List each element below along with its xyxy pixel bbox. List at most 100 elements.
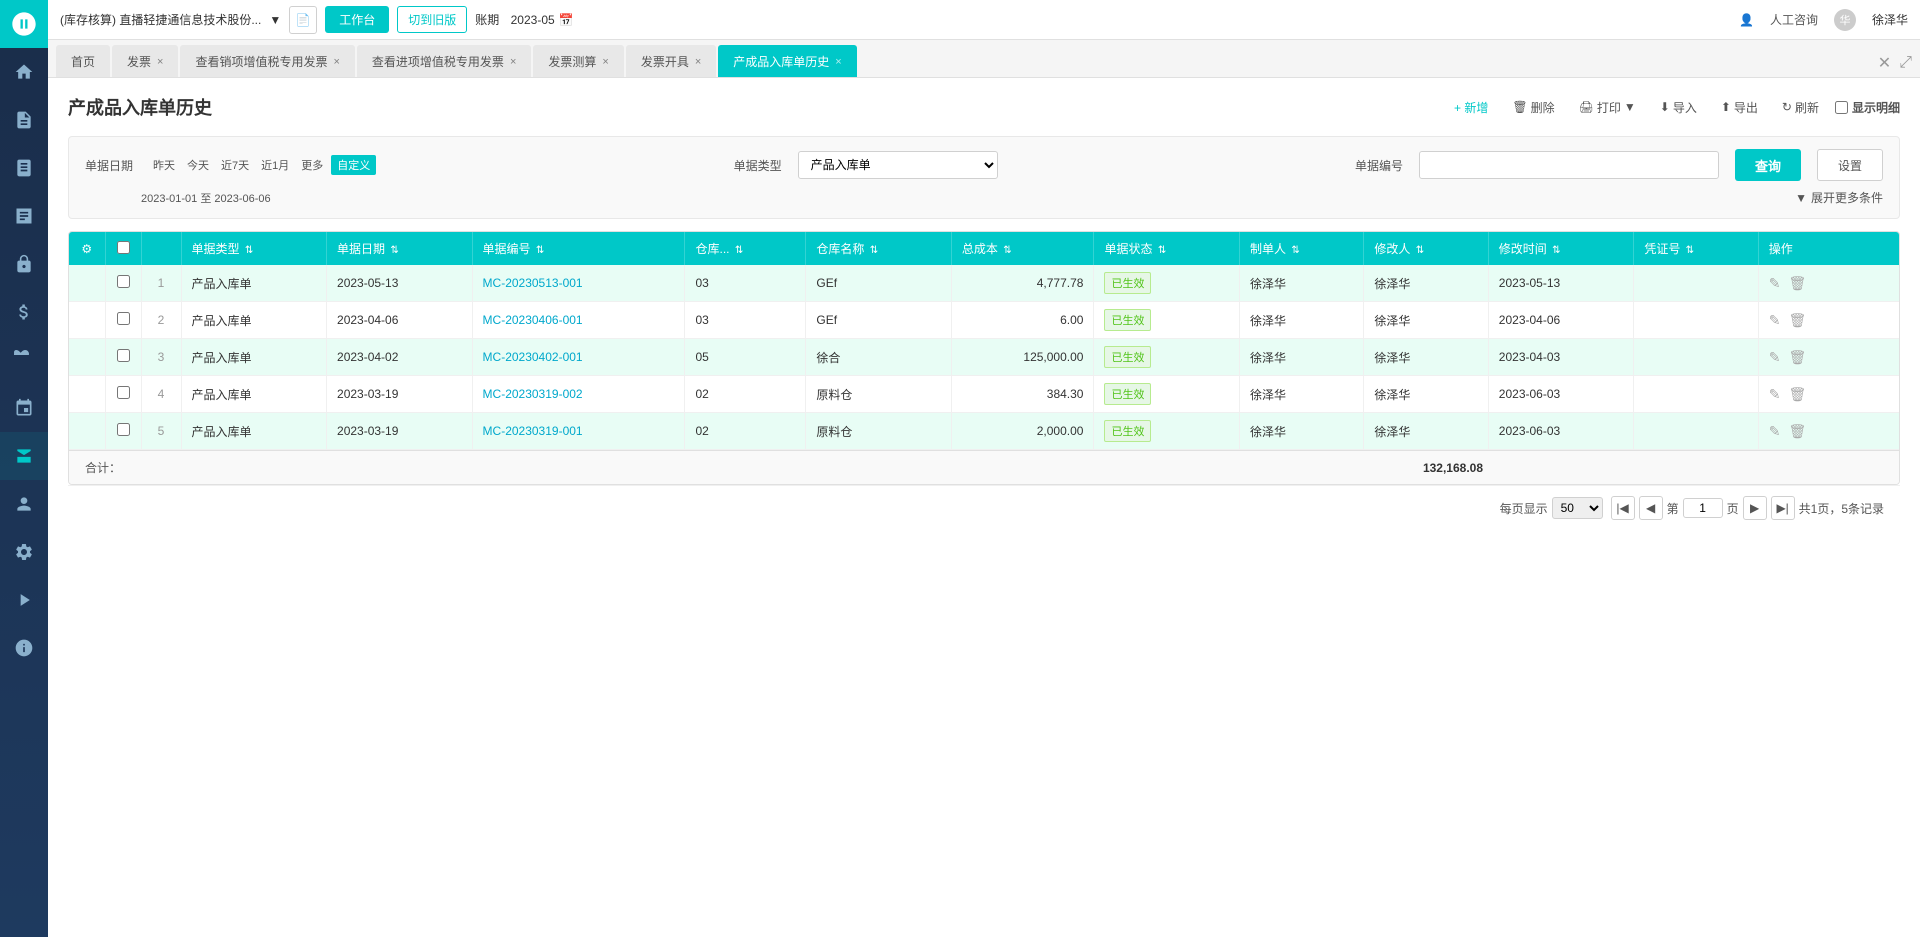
date-7days-btn[interactable]: 近7天: [217, 155, 253, 175]
per-page-select[interactable]: 50 20 100: [1552, 497, 1603, 519]
delete-action-1[interactable]: 🗑: [1788, 312, 1806, 329]
tab-product-history[interactable]: 产成品入库单历史 ×: [718, 45, 856, 77]
th-modify-time[interactable]: 修改时间 ⇅: [1488, 232, 1634, 265]
delete-action-2[interactable]: 🗑: [1788, 349, 1806, 366]
query-button[interactable]: 查询: [1735, 149, 1801, 181]
setting-button[interactable]: 设置: [1817, 149, 1883, 181]
th-warehouse-name[interactable]: 仓库名称 ⇅: [806, 232, 952, 265]
refresh-button[interactable]: ↻ 刷新: [1774, 95, 1827, 120]
row-checkbox-1[interactable]: [117, 312, 130, 325]
first-page-button[interactable]: |◀: [1611, 496, 1635, 520]
code-link-0[interactable]: MC-20230513-001: [483, 276, 583, 290]
td-code-2[interactable]: MC-20230402-001: [472, 339, 685, 376]
row-checkbox-4[interactable]: [117, 423, 130, 436]
company-chevron-icon[interactable]: ▼: [269, 13, 281, 27]
td-check-4[interactable]: [105, 413, 141, 450]
tab-invoice-close[interactable]: ×: [157, 56, 163, 68]
import-button[interactable]: ⬇ 导入: [1652, 95, 1705, 120]
sidebar-item-tax[interactable]: [0, 288, 48, 336]
tab-invoice-open-close[interactable]: ×: [695, 56, 701, 68]
date-yesterday-btn[interactable]: 昨天: [149, 155, 179, 175]
user-name[interactable]: 徐泽华: [1872, 11, 1908, 28]
new-button[interactable]: + 新增: [1446, 95, 1496, 120]
delete-button[interactable]: 🗑 删除: [1504, 95, 1562, 120]
sidebar-item-inventory[interactable]: [0, 432, 48, 480]
td-check-3[interactable]: [105, 376, 141, 413]
td-code-3[interactable]: MC-20230319-002: [472, 376, 685, 413]
export-button[interactable]: ⬆ 导出: [1713, 95, 1766, 120]
tab-invoice-calc-close[interactable]: ×: [602, 56, 608, 68]
sidebar-item-person[interactable]: [0, 480, 48, 528]
expand-conditions-btn[interactable]: ▼ 展开更多条件: [1795, 189, 1883, 206]
edit-action-2[interactable]: ✎: [1769, 349, 1781, 366]
th-date[interactable]: 单据日期 ⇅: [327, 232, 473, 265]
code-link-1[interactable]: MC-20230406-001: [483, 313, 583, 327]
code-link-2[interactable]: MC-20230402-001: [483, 350, 583, 364]
page-number-input[interactable]: [1683, 498, 1723, 518]
sidebar-item-flow[interactable]: [0, 384, 48, 432]
support-label[interactable]: 人工咨询: [1770, 11, 1818, 28]
sidebar-item-chart[interactable]: [0, 192, 48, 240]
sidebar-item-asset[interactable]: [0, 336, 48, 384]
tab-sales-vat-close[interactable]: ×: [333, 56, 339, 68]
date-custom-btn[interactable]: 自定义: [331, 155, 376, 175]
th-status[interactable]: 单据状态 ⇅: [1094, 232, 1240, 265]
row-checkbox-3[interactable]: [117, 386, 130, 399]
edit-action-3[interactable]: ✎: [1769, 386, 1781, 403]
td-code-4[interactable]: MC-20230319-001: [472, 413, 685, 450]
th-total-cost[interactable]: 总成本 ⇅: [951, 232, 1094, 265]
sidebar-item-play[interactable]: [0, 576, 48, 624]
tab-expand-button[interactable]: ⤢: [1899, 54, 1912, 72]
code-link-4[interactable]: MC-20230319-001: [483, 424, 583, 438]
th-type[interactable]: 单据类型 ⇅: [181, 232, 327, 265]
sidebar-item-home[interactable]: [0, 48, 48, 96]
period-calendar-icon[interactable]: 📅: [559, 13, 574, 27]
delete-action-3[interactable]: 🗑: [1788, 386, 1806, 403]
delete-action-4[interactable]: 🗑: [1788, 423, 1806, 440]
sidebar-item-book[interactable]: [0, 144, 48, 192]
th-settings[interactable]: ⚙: [69, 232, 105, 265]
row-checkbox-2[interactable]: [117, 349, 130, 362]
number-input[interactable]: [1419, 151, 1719, 179]
sidebar-item-settings[interactable]: [0, 528, 48, 576]
close-all-button[interactable]: ✕: [1878, 53, 1891, 73]
date-more-btn[interactable]: 更多: [297, 155, 327, 175]
th-code[interactable]: 单据编号 ⇅: [472, 232, 685, 265]
tab-home[interactable]: 首页: [56, 45, 110, 77]
type-select[interactable]: 产品入库单: [798, 151, 998, 179]
th-creator[interactable]: 制单人 ⇅: [1239, 232, 1363, 265]
edit-action-0[interactable]: ✎: [1769, 275, 1781, 292]
date-today-btn[interactable]: 今天: [183, 155, 213, 175]
select-all-checkbox[interactable]: [117, 241, 130, 254]
next-page-button[interactable]: ▶: [1743, 496, 1767, 520]
tab-sales-vat[interactable]: 查看销项增值税专用发票 ×: [180, 45, 354, 77]
edit-action-1[interactable]: ✎: [1769, 312, 1781, 329]
tab-product-history-close[interactable]: ×: [835, 56, 841, 68]
company-name[interactable]: (库存核算) 直播轻捷通信息技术股份...: [60, 11, 261, 28]
tab-purchase-vat[interactable]: 查看进项增值税专用发票 ×: [357, 45, 531, 77]
sidebar-item-version[interactable]: [0, 624, 48, 672]
show-detail-checkbox[interactable]: [1835, 101, 1848, 114]
row-checkbox-0[interactable]: [117, 275, 130, 288]
workbench-button[interactable]: 工作台: [325, 6, 389, 33]
td-check-0[interactable]: [105, 265, 141, 302]
prev-page-button[interactable]: ◀: [1639, 496, 1663, 520]
th-modifier[interactable]: 修改人 ⇅: [1364, 232, 1488, 265]
th-warehouse-code[interactable]: 仓库... ⇅: [685, 232, 806, 265]
td-check-1[interactable]: [105, 302, 141, 339]
delete-action-0[interactable]: 🗑: [1788, 275, 1806, 292]
date-1month-btn[interactable]: 近1月: [257, 155, 293, 175]
tab-invoice[interactable]: 发票 ×: [112, 45, 178, 77]
code-link-3[interactable]: MC-20230319-002: [483, 387, 583, 401]
last-page-button[interactable]: ▶|: [1771, 496, 1795, 520]
print-button[interactable]: 🖨 打印 ▼: [1571, 95, 1644, 120]
th-checkbox[interactable]: [105, 232, 141, 265]
td-check-2[interactable]: [105, 339, 141, 376]
td-code-0[interactable]: MC-20230513-001: [472, 265, 685, 302]
doc-icon[interactable]: 📄: [289, 6, 317, 34]
sidebar-item-file[interactable]: [0, 96, 48, 144]
tab-invoice-open[interactable]: 发票开具 ×: [626, 45, 716, 77]
sidebar-item-lock[interactable]: [0, 240, 48, 288]
period-switch-button[interactable]: 切到旧版: [397, 6, 467, 33]
edit-action-4[interactable]: ✎: [1769, 423, 1781, 440]
